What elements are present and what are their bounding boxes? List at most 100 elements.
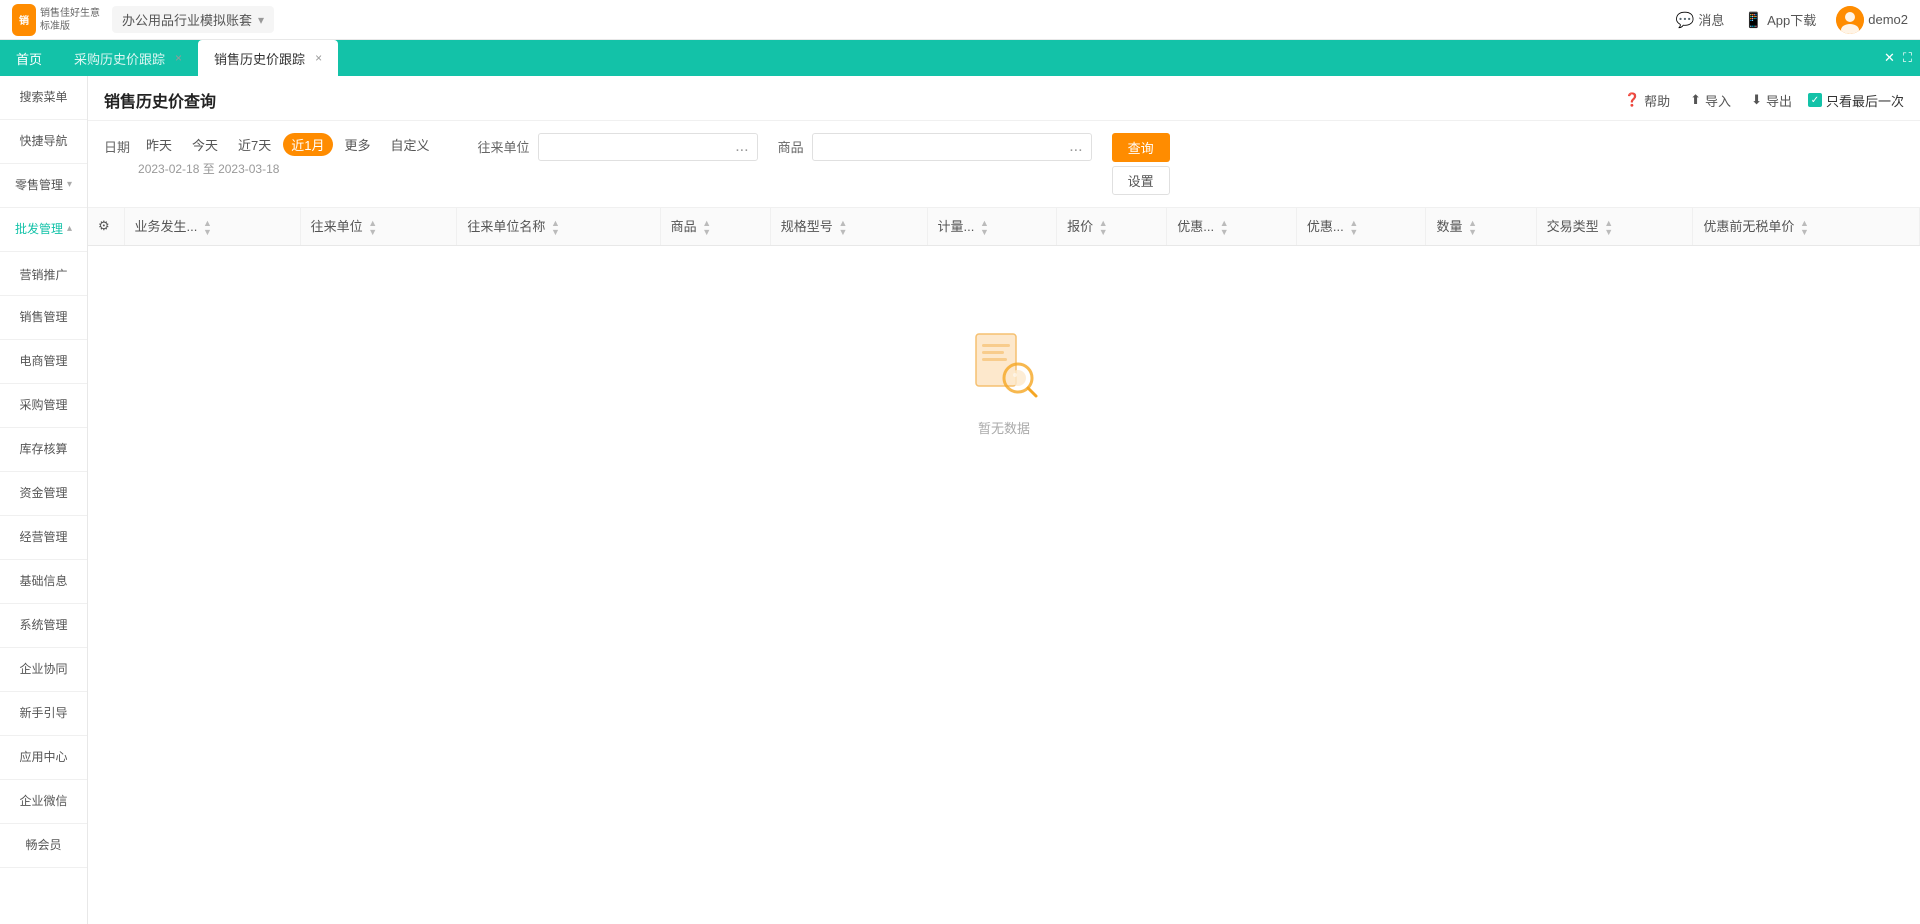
button-area: 查询 设置 bbox=[1112, 133, 1170, 195]
main-layout: 搜索菜单 快捷导航 零售管理 ▾ 批发管理 ▴ 营销推广 销售管理 电商管理 采 bbox=[0, 76, 1920, 924]
th-goods[interactable]: 商品 ▲▼ bbox=[660, 208, 770, 245]
sidebar-item-inventory[interactable]: 库存核算 bbox=[0, 428, 87, 472]
th-discount2[interactable]: 优惠... ▲▼ bbox=[1296, 208, 1426, 245]
th-no-tax-price[interactable]: 优惠前无税单价 ▲▼ bbox=[1693, 208, 1920, 245]
sidebar-item-wechat[interactable]: 企业微信 bbox=[0, 780, 87, 824]
th-partner-name[interactable]: 往来单位名称 ▲▼ bbox=[457, 208, 660, 245]
date-tab-last7[interactable]: 近7天 bbox=[230, 133, 279, 156]
sidebar-item-search-menu[interactable]: 搜索菜单 bbox=[0, 76, 87, 120]
th-biz-date[interactable]: 业务发生... ▲▼ bbox=[124, 208, 300, 245]
table-header-row: ⚙ 业务发生... ▲▼ 往来单位 ▲▼ 往来单位名称 bbox=[88, 208, 1920, 245]
sidebar-item-system[interactable]: 系统管理 bbox=[0, 604, 87, 648]
logo-text: 销售佳好生意 标准版 bbox=[40, 7, 100, 33]
tab-home-label: 首页 bbox=[16, 49, 42, 68]
query-button[interactable]: 查询 bbox=[1112, 133, 1170, 162]
partner-input[interactable]: ... bbox=[538, 133, 758, 161]
th-spec[interactable]: 规格型号 ▲▼ bbox=[770, 208, 927, 245]
gear-icon: ⚙ bbox=[98, 218, 110, 233]
export-icon: ⬇ bbox=[1751, 92, 1762, 108]
sidebar-item-operations[interactable]: 经营管理 bbox=[0, 516, 87, 560]
th-partner-code[interactable]: 往来单位 ▲▼ bbox=[300, 208, 457, 245]
retail-arrow-icon: ▾ bbox=[67, 178, 72, 192]
th-trade-type[interactable]: 交易类型 ▲▼ bbox=[1536, 208, 1693, 245]
chevron-down-icon: ▾ bbox=[258, 13, 264, 27]
help-button[interactable]: ❓ 帮助 bbox=[1620, 89, 1674, 112]
data-table: ⚙ 业务发生... ▲▼ 往来单位 ▲▼ 往来单位名称 bbox=[88, 208, 1920, 246]
checkbox-checked-icon: ✓ bbox=[1808, 93, 1822, 107]
sort-partner-code-icon: ▲▼ bbox=[368, 219, 377, 237]
close-window-icon[interactable]: ✕ bbox=[1884, 50, 1895, 66]
message-icon: 💬 bbox=[1676, 11, 1695, 29]
tab-purchase-history[interactable]: 采购历史价跟踪 × bbox=[58, 40, 198, 76]
th-gear[interactable]: ⚙ bbox=[88, 208, 124, 245]
date-filter-dates: 昨天 今天 近7天 近1月 更多 自定义 2023-02-18 至 2023-0… bbox=[138, 133, 438, 177]
import-icon: ⬆ bbox=[1690, 92, 1701, 108]
sidebar-item-ecommerce[interactable]: 电商管理 bbox=[0, 340, 87, 384]
logo-area: 销 销售佳好生意 标准版 bbox=[12, 4, 100, 36]
settings-button[interactable]: 设置 bbox=[1112, 166, 1170, 195]
partner-filter-label: 往来单位 bbox=[478, 133, 530, 156]
filter-area: 日期 昨天 今天 近7天 近1月 更多 自定义 2023-02-18 至 202… bbox=[88, 121, 1920, 208]
sidebar-item-guide[interactable]: 新手引导 bbox=[0, 692, 87, 736]
date-tab-more[interactable]: 更多 bbox=[337, 133, 379, 156]
content-area: 销售历史价查询 ❓ 帮助 ⬆ 导入 ⬇ 导出 ✓ bbox=[88, 76, 1920, 924]
sidebar-item-basic[interactable]: 基础信息 bbox=[0, 560, 87, 604]
sort-unit-icon: ▲▼ bbox=[980, 219, 989, 237]
maximize-icon[interactable]: ⛶ bbox=[1903, 50, 1912, 66]
sidebar-item-wholesale[interactable]: 批发管理 ▴ bbox=[0, 208, 87, 252]
date-tab-today[interactable]: 今天 bbox=[184, 133, 226, 156]
sidebar-item-sales-mgmt[interactable]: 销售管理 bbox=[0, 296, 87, 340]
user-profile[interactable]: demo2 bbox=[1836, 6, 1908, 34]
only-last-checkbox[interactable]: ✓ 只看最后一次 bbox=[1808, 91, 1904, 110]
page-title: 销售历史价查询 bbox=[104, 88, 216, 112]
tab-sales-label: 销售历史价跟踪 bbox=[214, 49, 305, 68]
goods-filter-label: 商品 bbox=[778, 133, 804, 156]
sidebar-item-purchase[interactable]: 采购管理 bbox=[0, 384, 87, 428]
sidebar-item-retail[interactable]: 零售管理 ▾ bbox=[0, 164, 87, 208]
export-button[interactable]: ⬇ 导出 bbox=[1747, 89, 1796, 112]
sidebar-item-enterprise[interactable]: 企业协同 bbox=[0, 648, 87, 692]
tab-bar-right: ✕ ⛶ bbox=[1884, 50, 1920, 66]
date-tab-custom[interactable]: 自定义 bbox=[383, 133, 438, 156]
date-tab-last1m[interactable]: 近1月 bbox=[283, 133, 332, 156]
goods-dots-icon: ... bbox=[1069, 138, 1082, 156]
sidebar-item-finance[interactable]: 资金管理 bbox=[0, 472, 87, 516]
app-selector[interactable]: 办公用品行业模拟账套 ▾ bbox=[112, 6, 274, 33]
partner-dots-icon: ... bbox=[735, 138, 748, 156]
sort-no-tax-price-icon: ▲▼ bbox=[1800, 219, 1809, 237]
sidebar-item-app-center[interactable]: 应用中心 bbox=[0, 736, 87, 780]
app-download-button[interactable]: 📱 App下载 bbox=[1744, 10, 1816, 29]
sort-trade-type-icon: ▲▼ bbox=[1604, 219, 1613, 237]
tab-bar: 首页 采购历史价跟踪 × 销售历史价跟踪 × ✕ ⛶ bbox=[0, 40, 1920, 76]
help-icon: ❓ bbox=[1624, 92, 1640, 108]
tab-home[interactable]: 首页 bbox=[0, 40, 58, 76]
sort-spec-icon: ▲▼ bbox=[838, 219, 847, 237]
date-filter-group: 日期 昨天 今天 近7天 近1月 更多 自定义 2023-02-18 至 202… bbox=[104, 133, 438, 177]
sort-discount2-icon: ▲▼ bbox=[1349, 219, 1358, 237]
import-button[interactable]: ⬆ 导入 bbox=[1686, 89, 1735, 112]
message-button[interactable]: 💬 消息 bbox=[1676, 10, 1725, 29]
th-discount1[interactable]: 优惠... ▲▼ bbox=[1167, 208, 1297, 245]
empty-text: 暂无数据 bbox=[978, 418, 1030, 437]
date-tab-yesterday[interactable]: 昨天 bbox=[138, 133, 180, 156]
top-right: 💬 消息 📱 App下载 demo2 bbox=[1676, 6, 1908, 34]
avatar bbox=[1836, 6, 1864, 34]
app-selector-label: 办公用品行业模拟账套 bbox=[122, 10, 252, 29]
sidebar: 搜索菜单 快捷导航 零售管理 ▾ 批发管理 ▴ 营销推广 销售管理 电商管理 采 bbox=[0, 76, 88, 924]
goods-input[interactable]: ... bbox=[812, 133, 1092, 161]
sidebar-item-shortcuts[interactable]: 快捷导航 bbox=[0, 120, 87, 164]
sidebar-item-marketing[interactable]: 营销推广 bbox=[0, 252, 87, 296]
sidebar-item-vip[interactable]: 畅会员 bbox=[0, 824, 87, 868]
tab-sales-close-icon[interactable]: × bbox=[315, 51, 322, 65]
page-actions: ❓ 帮助 ⬆ 导入 ⬇ 导出 ✓ 只看最后一次 bbox=[1620, 89, 1904, 112]
th-quote[interactable]: 报价 ▲▼ bbox=[1057, 208, 1167, 245]
app-download-icon: 📱 bbox=[1744, 11, 1763, 29]
sort-biz-date-icon: ▲▼ bbox=[203, 219, 212, 237]
empty-state-icon bbox=[964, 326, 1044, 406]
tab-purchase-close-icon[interactable]: × bbox=[175, 51, 182, 65]
tab-purchase-label: 采购历史价跟踪 bbox=[74, 49, 165, 68]
th-qty[interactable]: 数量 ▲▼ bbox=[1426, 208, 1536, 245]
tab-sales-history[interactable]: 销售历史价跟踪 × bbox=[198, 40, 338, 76]
th-unit[interactable]: 计量... ▲▼ bbox=[927, 208, 1057, 245]
sort-goods-icon: ▲▼ bbox=[702, 219, 711, 237]
